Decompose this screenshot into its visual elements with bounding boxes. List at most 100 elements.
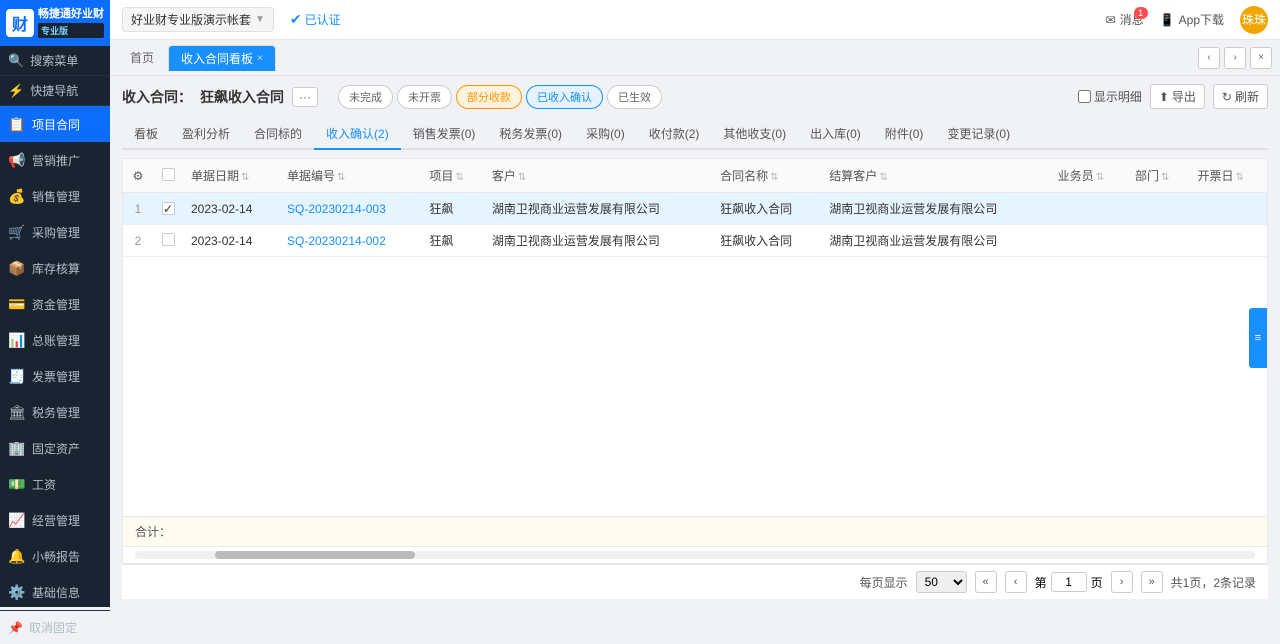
subtab-1[interactable]: 盈利分析 [170, 119, 242, 150]
subtab-11[interactable]: 变更记录(0) [935, 119, 1022, 150]
side-panel-btn[interactable]: ≡ [1249, 308, 1267, 368]
sidebar-quicknav[interactable]: ⚡ 快捷导航 [0, 76, 110, 106]
row-docno-0: SQ-20230214-003 [279, 193, 421, 225]
sidebar-icon-9: 🏢 [8, 439, 26, 457]
sidebar-label-10: 工资 [32, 476, 56, 493]
subtab-6[interactable]: 采购(0) [574, 119, 637, 150]
subtab-5[interactable]: 税务发票(0) [487, 119, 574, 150]
sidebar-item-营销推广[interactable]: 📢营销推广 [0, 142, 110, 178]
checkbox-0[interactable]: ✓ [162, 202, 175, 215]
th-date[interactable]: 单据日期⇅ [183, 159, 279, 193]
row-settlement-1: 湖南卫视商业运营发展有限公司 [821, 225, 1049, 257]
subtab-4[interactable]: 销售发票(0) [401, 119, 488, 150]
sidebar-item-工资[interactable]: 💵工资 [0, 466, 110, 502]
sidebar-search[interactable]: 🔍 搜索菜单 [0, 46, 110, 76]
per-page-select[interactable]: 50 100 200 [916, 571, 967, 593]
refresh-btn[interactable]: ↻ 刷新 [1213, 84, 1268, 109]
sidebar-item-销售管理[interactable]: 💰销售管理 [0, 178, 110, 214]
checkbox-1[interactable] [162, 233, 175, 246]
row-checkbox-0[interactable]: ✓ [153, 193, 183, 225]
tabbar-active-tab[interactable]: 收入合同看板 × [168, 45, 276, 71]
th-salesperson[interactable]: 业务员⇅ [1050, 159, 1127, 193]
sidebar-item-采购管理[interactable]: 🛒采购管理 [0, 214, 110, 250]
settings-gear-icon[interactable]: ⚙ [133, 169, 144, 183]
user-avatar[interactable]: 珠珠 [1240, 6, 1268, 34]
prev-page-btn[interactable]: ‹ [1005, 571, 1027, 593]
scroll-bar-row [122, 547, 1268, 564]
show-detail-input[interactable] [1078, 90, 1091, 103]
tab-close-icon[interactable]: × [257, 53, 263, 64]
th-invoice-date[interactable]: 开票日⇅ [1189, 159, 1267, 193]
th-settlement[interactable]: 结算客户⇅ [821, 159, 1049, 193]
message-btn[interactable]: ✉ 消息 1 [1106, 11, 1144, 28]
sidebar: 财 畅捷通好业财 专业版 🔍 搜索菜单 ⚡ 快捷导航 📋项目合同📢营销推广💰销售… [0, 0, 110, 607]
sidebar-item-基础信息[interactable]: ⚙️基础信息 [0, 574, 110, 610]
tab-next-btn[interactable]: › [1224, 47, 1246, 69]
sidebar-item-库存核算[interactable]: 📦库存核算 [0, 250, 110, 286]
show-detail-label: 显示明细 [1094, 88, 1142, 105]
first-page-btn[interactable]: « [975, 571, 997, 593]
more-options-btn[interactable]: ··· [292, 87, 318, 107]
topbar-right: ✉ 消息 1 📱 App下载 珠珠 [1106, 6, 1268, 34]
status-btn-4[interactable]: 已生效 [607, 85, 662, 109]
sidebar-label-2: 销售管理 [32, 188, 80, 205]
row-dept-0 [1127, 193, 1190, 225]
th-docno[interactable]: 单据编号⇅ [279, 159, 421, 193]
per-page-label: 每页显示 [860, 574, 908, 591]
sidebar-item-小畅报告[interactable]: 🔔小畅报告 [0, 538, 110, 574]
show-detail-checkbox[interactable]: 显示明细 [1078, 88, 1142, 105]
table-row: 1 ✓ 2023-02-14 SQ-20230214-003 狂飙 湖南卫视商业… [123, 193, 1267, 225]
sidebar-item-税务管理[interactable]: 🏛税务管理 [0, 394, 110, 430]
th-contract[interactable]: 合同名称⇅ [712, 159, 821, 193]
content-header: 收入合同： 狂飙收入合同 ··· 未完成未开票部分收款已收入确认已生效 显示明细… [122, 84, 1268, 109]
scroll-thumb[interactable] [215, 551, 415, 559]
notification-count: 1 [1134, 7, 1148, 19]
docno-link-0[interactable]: SQ-20230214-003 [287, 202, 386, 216]
subtab-2[interactable]: 合同标的 [242, 119, 314, 150]
th-customer[interactable]: 客户⇅ [484, 159, 712, 193]
app-download-btn[interactable]: 📱 App下载 [1160, 11, 1224, 28]
status-btn-3[interactable]: 已收入确认 [526, 85, 603, 109]
subtab-10[interactable]: 附件(0) [873, 119, 936, 150]
tabbar-home[interactable]: 首页 [118, 45, 166, 70]
row-checkbox-1[interactable] [153, 225, 183, 257]
subtab-7[interactable]: 收付款(2) [637, 119, 712, 150]
select-all-checkbox[interactable] [162, 168, 175, 181]
sidebar-item-资金管理[interactable]: 💳资金管理 [0, 286, 110, 322]
subtab-0[interactable]: 看板 [122, 119, 170, 150]
subtab-9[interactable]: 出入库(0) [798, 119, 873, 150]
subtab-3[interactable]: 收入确认(2) [314, 119, 401, 150]
status-btn-2[interactable]: 部分收款 [456, 85, 522, 109]
company-select[interactable]: 好业财专业版演示帐套 ▼ [122, 7, 274, 32]
tabbar-nav: ‹ › × [1198, 47, 1272, 69]
th-project[interactable]: 项目⇅ [421, 159, 484, 193]
page-input[interactable] [1051, 572, 1087, 592]
sidebar-label-13: 基础信息 [32, 584, 80, 601]
tab-close-btn[interactable]: × [1250, 47, 1272, 69]
th-dept[interactable]: 部门⇅ [1127, 159, 1190, 193]
row-salesperson-0 [1050, 193, 1127, 225]
row-invoice-date-0 [1189, 193, 1267, 225]
status-btn-1[interactable]: 未开票 [397, 85, 452, 109]
sidebar-item-项目合同[interactable]: 📋项目合同 [0, 106, 110, 142]
status-btn-0[interactable]: 未完成 [338, 85, 393, 109]
sidebar-pin-btn[interactable]: 📌 取消固定 [0, 611, 110, 644]
sidebar-item-固定资产[interactable]: 🏢固定资产 [0, 430, 110, 466]
sidebar-item-经营管理[interactable]: 📈经营管理 [0, 502, 110, 538]
next-page-btn[interactable]: › [1111, 571, 1133, 593]
last-page-btn[interactable]: » [1141, 571, 1163, 593]
export-btn[interactable]: ⬆ 导出 [1150, 84, 1205, 109]
pin-label: 取消固定 [29, 619, 77, 636]
th-settings[interactable]: ⚙ [123, 159, 153, 193]
horizontal-scrollbar[interactable] [135, 551, 1255, 559]
quicknav-icon: ⚡ [8, 83, 24, 99]
subtab-8[interactable]: 其他收支(0) [711, 119, 798, 150]
message-icon: ✉ [1106, 13, 1116, 27]
th-checkbox[interactable] [153, 159, 183, 193]
tab-prev-btn[interactable]: ‹ [1198, 47, 1220, 69]
docno-link-1[interactable]: SQ-20230214-002 [287, 234, 386, 248]
table-body: 1 ✓ 2023-02-14 SQ-20230214-003 狂飙 湖南卫视商业… [123, 193, 1267, 257]
sidebar-item-发票管理[interactable]: 🧾发票管理 [0, 358, 110, 394]
row-num-1: 2 [123, 225, 153, 257]
sidebar-item-总账管理[interactable]: 📊总账管理 [0, 322, 110, 358]
